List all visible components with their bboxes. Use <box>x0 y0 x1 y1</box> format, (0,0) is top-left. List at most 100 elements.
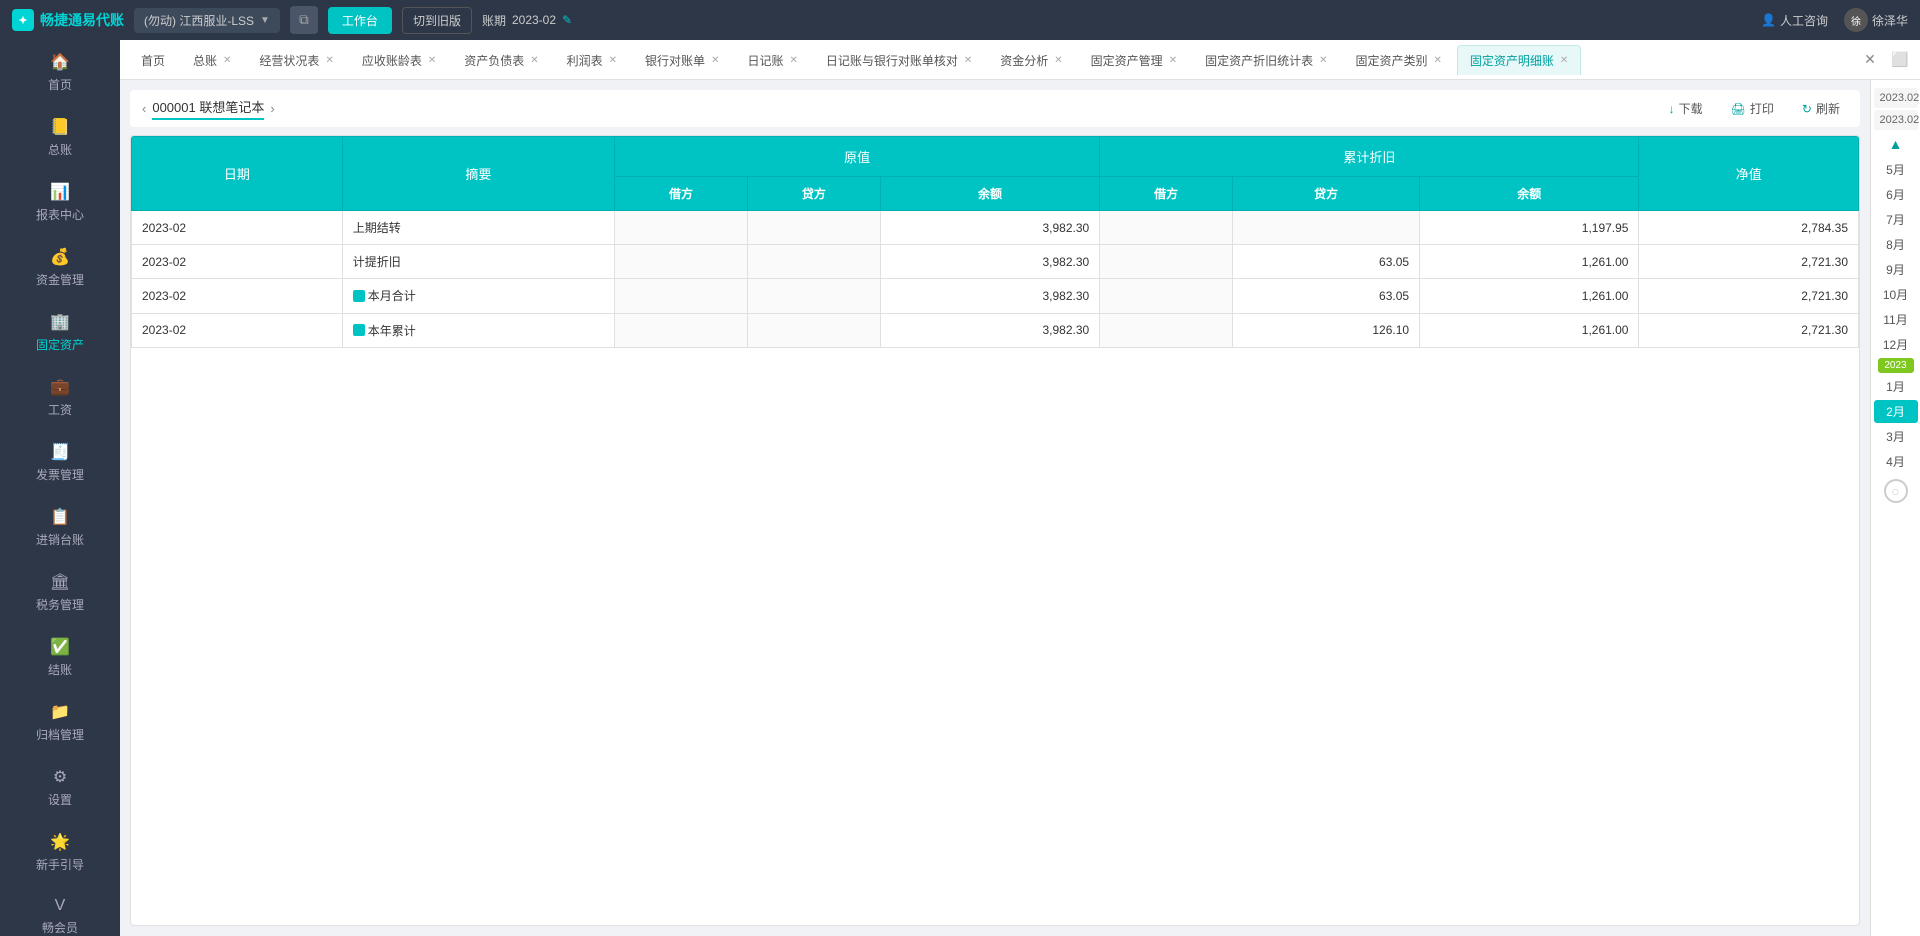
cell-date-4: 2023-02 <box>132 313 343 348</box>
download-button[interactable]: ↓ 下载 <box>1661 96 1711 121</box>
th-leiji-debit: 借方 <box>1100 177 1233 211</box>
sidebar-label-vip: 畅会员 <box>42 919 78 936</box>
tab-fixed-detail[interactable]: 固定资产明细账 ✕ <box>1457 45 1581 75</box>
tab-fixed-mgmt-label: 固定资产管理 <box>1091 52 1163 69</box>
th-yuanzhi-balance: 余额 <box>880 177 1099 211</box>
asset-next-button[interactable]: › <box>270 101 274 116</box>
user-menu[interactable]: 徐 徐泽华 <box>1844 8 1908 32</box>
sidebar-item-settings[interactable]: ⚙ 设置 <box>0 755 120 820</box>
tab-journal-close[interactable]: ✕ <box>789 55 797 66</box>
reports-icon: 📊 <box>50 182 70 202</box>
month-6[interactable]: 6月 <box>1874 183 1918 206</box>
sidebar-item-tax[interactable]: 🏛 税务管理 <box>0 560 120 625</box>
tab-management[interactable]: 经营状况表 ✕ <box>246 45 346 75</box>
copy-button[interactable]: ⧉ <box>290 6 318 34</box>
tab-home[interactable]: 首页 <box>128 45 178 75</box>
scroll-up-button[interactable]: ▲ <box>1885 132 1907 156</box>
tab-fund-analysis-close[interactable]: ✕ <box>1054 55 1062 66</box>
cell-yz-debit-2 <box>615 245 748 279</box>
right-panel-year-top[interactable]: 2023.02 <box>1874 88 1918 108</box>
cell-desc-4: 本年累计 <box>342 313 614 348</box>
month-5[interactable]: 5月 <box>1874 158 1918 181</box>
tab-close-all-button[interactable]: ✕ <box>1858 48 1882 72</box>
refresh-icon: ↻ <box>1802 102 1812 116</box>
tab-bank-verify-close[interactable]: ✕ <box>964 55 972 66</box>
th-yuanzhi-debit: 借方 <box>615 177 748 211</box>
sidebar-item-ledger[interactable]: 📒 总账 <box>0 105 120 170</box>
period-value: 2023-02 <box>512 13 556 27</box>
tab-depreciation-table-close[interactable]: ✕ <box>1319 55 1327 66</box>
refresh-button[interactable]: ↻ 刷新 <box>1794 96 1848 121</box>
tab-receivable[interactable]: 应收账龄表 ✕ <box>349 45 449 75</box>
sidebar-item-fixed-assets[interactable]: 🏢 固定资产 <box>0 300 120 365</box>
tab-profit[interactable]: 利润表 ✕ <box>554 45 630 75</box>
tab-journal-label: 日记账 <box>747 52 783 69</box>
tab-ledger[interactable]: 总账 ✕ <box>180 45 244 75</box>
top-bar: ✦ 畅捷通易代账 (勿动) 江西服业-LSS ▼ ⧉ 工作台 切到旧版 账期 2… <box>0 0 1920 40</box>
sidebar-item-guide[interactable]: 🌟 新手引导 <box>0 820 120 885</box>
tab-balance-sheet-close[interactable]: ✕ <box>530 55 538 66</box>
sidebar-label-fixed-assets: 固定资产 <box>36 336 84 353</box>
month-2[interactable]: 2月 <box>1874 400 1918 423</box>
sidebar-item-purchase-sales[interactable]: 📋 进销台账 <box>0 495 120 560</box>
tab-journal[interactable]: 日记账 ✕ <box>734 45 810 75</box>
tab-fixed-category-close[interactable]: ✕ <box>1434 55 1442 66</box>
cell-lj-credit-3: 63.05 <box>1233 279 1420 314</box>
cell-desc-1: 上期结转 <box>342 211 614 245</box>
cell-lj-debit-2 <box>1100 245 1233 279</box>
cell-lj-credit-4: 126.10 <box>1233 313 1420 348</box>
month-subtotal-icon <box>353 290 365 302</box>
tab-maximize-button[interactable]: ⬜ <box>1888 48 1912 72</box>
switch-version-button[interactable]: 切到旧版 <box>402 7 472 34</box>
tab-bank-statement-close[interactable]: ✕ <box>711 55 719 66</box>
cell-lj-balance-2: 1,261.00 <box>1420 245 1639 279</box>
period-edit-icon[interactable]: ✎ <box>562 13 572 27</box>
tab-fund-analysis[interactable]: 资金分析 ✕ <box>987 45 1075 75</box>
app-logo: ✦ 畅捷通易代账 <box>12 9 124 31</box>
tab-profit-close[interactable]: ✕ <box>609 55 617 66</box>
month-10[interactable]: 10月 <box>1874 283 1918 306</box>
month-1[interactable]: 1月 <box>1874 375 1918 398</box>
sidebar-item-home[interactable]: 🏠 首页 <box>0 40 120 105</box>
tab-fixed-mgmt-close[interactable]: ✕ <box>1169 55 1177 66</box>
month-12[interactable]: 12月 <box>1874 333 1918 356</box>
vip-icon: V <box>55 897 66 915</box>
sidebar-item-reports[interactable]: 📊 报表中心 <box>0 170 120 235</box>
asset-prev-button[interactable]: ‹ <box>142 101 146 116</box>
table-row: 2023-02 本月合计 3,982.30 <box>132 279 1859 314</box>
tab-fixed-mgmt[interactable]: 固定资产管理 ✕ <box>1078 45 1190 75</box>
sidebar-item-invoice[interactable]: 🧾 发票管理 <box>0 430 120 495</box>
top-bar-right: 👤 人工咨询 徐 徐泽华 <box>1761 8 1908 32</box>
sidebar-item-salary[interactable]: 💼 工资 <box>0 365 120 430</box>
month-11[interactable]: 11月 <box>1874 308 1918 331</box>
company-selector[interactable]: (勿动) 江西服业-LSS ▼ <box>134 8 280 33</box>
sidebar-item-settlement[interactable]: ✅ 结账 <box>0 625 120 690</box>
tab-profit-label: 利润表 <box>567 52 603 69</box>
consultant-button[interactable]: 👤 人工咨询 <box>1761 12 1828 29</box>
sidebar-item-funds[interactable]: 💰 资金管理 <box>0 235 120 300</box>
tab-receivable-close[interactable]: ✕ <box>428 55 436 66</box>
month-7[interactable]: 7月 <box>1874 208 1918 231</box>
th-original-value: 原值 <box>615 137 1100 177</box>
right-panel-year-2[interactable]: 2023.02 <box>1874 110 1918 130</box>
month-8[interactable]: 8月 <box>1874 233 1918 256</box>
workbench-button[interactable]: 工作台 <box>328 7 392 34</box>
tab-fixed-category[interactable]: 固定资产类别 ✕ <box>1342 45 1454 75</box>
sidebar-item-archive[interactable]: 📁 归档管理 <box>0 690 120 755</box>
month-9[interactable]: 9月 <box>1874 258 1918 281</box>
month-4[interactable]: 4月 <box>1874 450 1918 473</box>
tab-home-label: 首页 <box>141 52 165 69</box>
print-button[interactable]: 🖨 打印 <box>1723 96 1782 121</box>
tab-ledger-close[interactable]: ✕ <box>223 55 231 66</box>
tab-balance-sheet[interactable]: 资产负债表 ✕ <box>451 45 551 75</box>
month-3[interactable]: 3月 <box>1874 425 1918 448</box>
tab-fixed-detail-close[interactable]: ✕ <box>1560 55 1568 66</box>
sidebar-label-home: 首页 <box>48 76 72 93</box>
tab-bank-verify[interactable]: 日记账与银行对账单核对 ✕ <box>813 45 985 75</box>
scroll-down-button[interactable]: ○ <box>1884 479 1908 503</box>
tab-bank-statement[interactable]: 银行对账单 ✕ <box>632 45 732 75</box>
tab-depreciation-table[interactable]: 固定资产折旧统计表 ✕ <box>1192 45 1340 75</box>
tab-management-close[interactable]: ✕ <box>325 55 333 66</box>
consultant-icon: 👤 <box>1761 13 1776 27</box>
sidebar-item-vip[interactable]: V 畅会员 <box>0 885 120 936</box>
